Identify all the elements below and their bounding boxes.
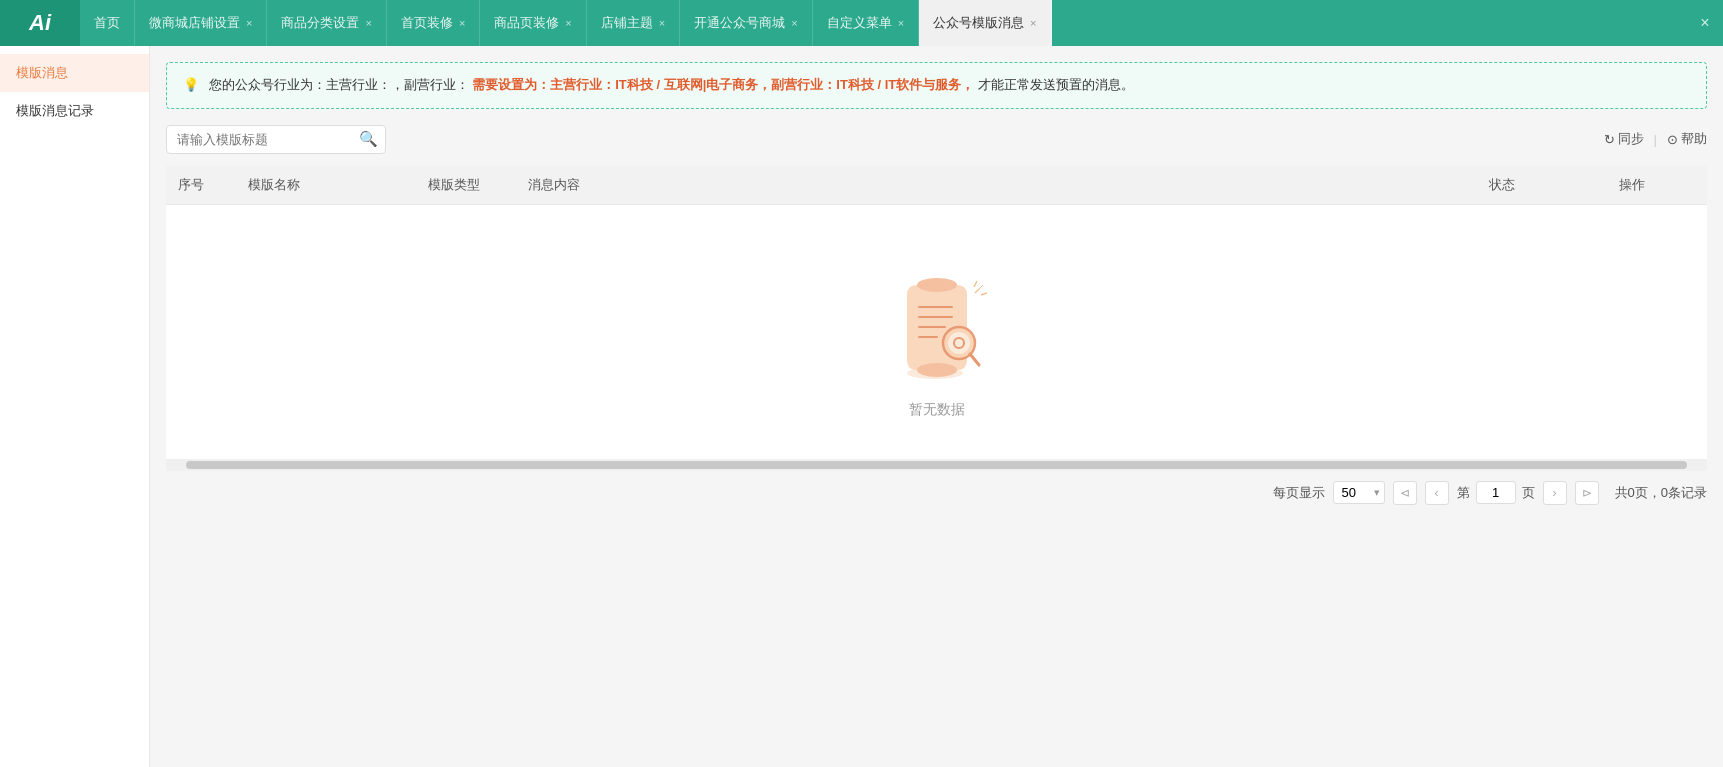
tab-label: 首页 xyxy=(94,14,120,32)
sidebar: 模版消息模版消息记录 xyxy=(0,46,150,767)
svg-line-11 xyxy=(975,289,979,293)
empty-illustration xyxy=(877,265,997,385)
nav-tab[interactable]: 自定义菜单 × xyxy=(813,0,919,46)
tab-label: 首页装修 xyxy=(401,14,453,32)
sync-label: 同步 xyxy=(1618,130,1644,148)
help-button[interactable]: ⊙ 帮助 xyxy=(1667,130,1707,148)
content-area: 💡 您的公众号行业为：主营行业：，副营行业： 需要设置为：主营行业：IT科技 /… xyxy=(150,46,1723,767)
horizontal-scrollbar[interactable] xyxy=(166,459,1707,471)
table-wrap: 序号模版名称模版类型消息内容状态操作 xyxy=(166,166,1707,459)
tab-close-icon[interactable]: × xyxy=(365,17,371,29)
notice-prefix: 您的公众号行业为：主营行业：，副营行业： xyxy=(209,77,469,92)
nav-tab[interactable]: 首页装修 × xyxy=(387,0,480,46)
tab-label: 自定义菜单 xyxy=(827,14,892,32)
empty-row: 暂无数据 xyxy=(166,204,1707,459)
tab-label: 开通公众号商城 xyxy=(694,14,785,32)
page-label-before: 第 xyxy=(1457,484,1470,502)
tab-close-icon[interactable]: × xyxy=(1030,17,1036,29)
notice-box: 💡 您的公众号行业为：主营行业：，副营行业： 需要设置为：主营行业：IT科技 /… xyxy=(166,62,1707,109)
close-all-button[interactable]: × xyxy=(1687,0,1723,46)
divider: | xyxy=(1654,132,1657,147)
top-nav: Ai 首页微商城店铺设置×商品分类设置×首页装修×商品页装修×店铺主题×开通公众… xyxy=(0,0,1723,46)
prev-page-button[interactable]: ‹ xyxy=(1425,481,1449,505)
nav-tab[interactable]: 公众号模版消息 × xyxy=(919,0,1051,46)
nav-tab[interactable]: 首页 xyxy=(80,0,135,46)
empty-text: 暂无数据 xyxy=(909,401,965,419)
next-page-button[interactable]: › xyxy=(1543,481,1567,505)
table-header-序号: 序号 xyxy=(166,166,236,205)
svg-line-9 xyxy=(970,354,979,365)
search-input-wrap: 🔍 xyxy=(166,125,386,154)
table-body: 暂无数据 xyxy=(166,204,1707,459)
search-left: 🔍 xyxy=(166,125,386,154)
notice-highlight: 需要设置为：主营行业：IT科技 / 互联网|电子商务，副营行业：IT科技 / I… xyxy=(472,77,974,92)
page-size-label: 每页显示 xyxy=(1273,484,1325,502)
tab-label: 微商城店铺设置 xyxy=(149,14,240,32)
tab-label: 店铺主题 xyxy=(601,14,653,32)
tab-close-icon[interactable]: × xyxy=(659,17,665,29)
tab-close-icon[interactable]: × xyxy=(246,17,252,29)
scrollbar-thumb[interactable] xyxy=(186,461,1687,469)
nav-tab[interactable]: 店铺主题 × xyxy=(587,0,680,46)
last-page-button[interactable]: ⊳ xyxy=(1575,481,1599,505)
notice-icon: 💡 xyxy=(183,77,199,92)
page-current-wrap: 第 页 xyxy=(1457,481,1535,504)
table-header-消息内容: 消息内容 xyxy=(516,166,1477,205)
page-size-wrap: 50 20 100 ▾ xyxy=(1333,481,1385,504)
table-header-状态: 状态 xyxy=(1477,166,1607,205)
search-right: ↻ 同步 | ⊙ 帮助 xyxy=(1604,130,1707,148)
nav-tab[interactable]: 商品分类设置 × xyxy=(267,0,386,46)
sidebar-item[interactable]: 模版消息记录 xyxy=(0,92,149,130)
notice-suffix: 才能正常发送预置的消息。 xyxy=(978,77,1134,92)
tab-close-icon[interactable]: × xyxy=(565,17,571,29)
svg-point-1 xyxy=(917,278,957,292)
nav-tab[interactable]: 商品页装修 × xyxy=(480,0,586,46)
nav-tab[interactable]: 开通公众号商城 × xyxy=(680,0,812,46)
sync-button[interactable]: ↻ 同步 xyxy=(1604,130,1644,148)
help-icon: ⊙ xyxy=(1667,132,1678,147)
table-header-模版类型: 模版类型 xyxy=(416,166,516,205)
app-logo: Ai xyxy=(0,0,80,46)
svg-point-2 xyxy=(917,363,957,377)
help-label: 帮助 xyxy=(1681,130,1707,148)
tab-close-icon[interactable]: × xyxy=(459,17,465,29)
search-input[interactable] xyxy=(166,125,386,154)
svg-point-8 xyxy=(948,332,970,354)
page-total: 共0页，0条记录 xyxy=(1615,484,1707,502)
table-header-操作: 操作 xyxy=(1607,166,1707,205)
nav-tabs: 首页微商城店铺设置×商品分类设置×首页装修×商品页装修×店铺主题×开通公众号商城… xyxy=(80,0,1687,46)
page-size-select[interactable]: 50 20 100 xyxy=(1333,481,1385,504)
first-page-button[interactable]: ⊲ xyxy=(1393,481,1417,505)
page-input[interactable] xyxy=(1476,481,1516,504)
tab-label: 商品页装修 xyxy=(494,14,559,32)
tab-close-icon[interactable]: × xyxy=(898,17,904,29)
svg-line-12 xyxy=(979,285,983,289)
table-header-模版名称: 模版名称 xyxy=(236,166,416,205)
search-bar: 🔍 ↻ 同步 | ⊙ 帮助 xyxy=(166,125,1707,154)
svg-line-14 xyxy=(974,281,977,287)
svg-line-13 xyxy=(981,293,987,295)
tab-label: 商品分类设置 xyxy=(281,14,359,32)
tab-label: 公众号模版消息 xyxy=(933,14,1024,32)
main-layout: 模版消息模版消息记录 💡 您的公众号行业为：主营行业：，副营行业： 需要设置为：… xyxy=(0,46,1723,767)
table-header-row: 序号模版名称模版类型消息内容状态操作 xyxy=(166,166,1707,205)
tab-close-icon[interactable]: × xyxy=(791,17,797,29)
sidebar-item[interactable]: 模版消息 xyxy=(0,54,149,92)
page-label-after: 页 xyxy=(1522,484,1535,502)
empty-state: 暂无数据 xyxy=(166,205,1707,459)
sync-icon: ↻ xyxy=(1604,132,1615,147)
nav-tab[interactable]: 微商城店铺设置 × xyxy=(135,0,267,46)
search-icon[interactable]: 🔍 xyxy=(359,130,378,148)
data-table: 序号模版名称模版类型消息内容状态操作 xyxy=(166,166,1707,459)
pagination: 每页显示 50 20 100 ▾ ⊲ ‹ 第 页 › ⊳ 共0页，0条记录 xyxy=(166,471,1707,509)
